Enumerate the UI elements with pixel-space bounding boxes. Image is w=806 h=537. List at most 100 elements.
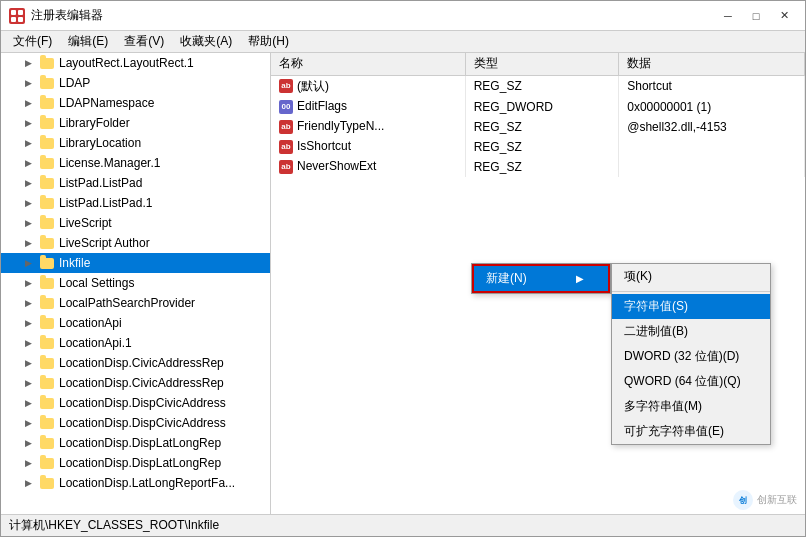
- tree-arrow-icon: ▶: [25, 338, 39, 348]
- tree-item-label: LocationApi: [59, 316, 122, 330]
- cell-type: REG_SZ: [465, 157, 619, 177]
- submenu-item[interactable]: 字符串值(S): [612, 294, 770, 319]
- title-bar: 注册表编辑器 ─ □ ✕: [1, 1, 805, 31]
- cell-data: @shell32.dll,-4153: [619, 117, 805, 137]
- tree-arrow-icon: ▶: [25, 458, 39, 468]
- folder-icon: [39, 135, 55, 151]
- cell-data: Shortcut: [619, 75, 805, 97]
- minimize-button[interactable]: ─: [715, 6, 741, 26]
- tree-item[interactable]: ▶ LibraryFolder: [1, 113, 270, 133]
- folder-icon: [39, 295, 55, 311]
- folder-icon: [39, 375, 55, 391]
- registry-tree[interactable]: ▶LayoutRect.LayoutRect.1▶LDAP▶LDAPNamesp…: [1, 53, 271, 514]
- submenu-item[interactable]: 项(K): [612, 264, 770, 289]
- tree-arrow-icon: ▶: [25, 198, 39, 208]
- table-row[interactable]: abNeverShowExtREG_SZ: [271, 157, 805, 177]
- menu-item-文件F[interactable]: 文件(F): [5, 31, 60, 52]
- watermark-logo: 创: [733, 490, 753, 510]
- tree-item[interactable]: ▶LocationDisp.DispCivicAddress: [1, 393, 270, 413]
- tree-item[interactable]: ▶LiveScript: [1, 213, 270, 233]
- tree-item[interactable]: ▶Local Settings: [1, 273, 270, 293]
- folder-icon: [39, 95, 55, 111]
- tree-item-label: Inkfile: [59, 256, 90, 270]
- submenu-item[interactable]: DWORD (32 位值)(D): [612, 344, 770, 369]
- submenu-separator: [612, 291, 770, 292]
- tree-item[interactable]: ▶LocationDisp.CivicAddressRep: [1, 373, 270, 393]
- tree-item[interactable]: ▶LayoutRect.LayoutRect.1: [1, 53, 270, 73]
- status-bar: 计算机\HKEY_CLASSES_ROOT\Inkfile: [1, 514, 805, 536]
- tree-arrow-icon: ▶: [25, 118, 39, 128]
- folder-icon: [39, 315, 55, 331]
- cell-type: REG_DWORD: [465, 97, 619, 117]
- reg-type-icon: 00: [279, 100, 293, 114]
- menu-item-帮助H[interactable]: 帮助(H): [240, 31, 297, 52]
- tree-item[interactable]: ▶LocationDisp.CivicAddressRep: [1, 353, 270, 373]
- svg-rect-2: [11, 17, 16, 22]
- context-menu-container: 新建(N) ▶ 项(K)字符串值(S)二进制值(B)DWORD (32 位值)(…: [471, 263, 611, 294]
- registry-values: 名称 类型 数据 ab(默认)REG_SZShortcut00EditFlags…: [271, 53, 805, 514]
- table-row[interactable]: ab(默认)REG_SZShortcut: [271, 75, 805, 97]
- tree-item[interactable]: ▶LDAP: [1, 73, 270, 93]
- col-name[interactable]: 名称: [271, 53, 465, 75]
- tree-item[interactable]: ▶ LocationDisp.DispLatLongRep: [1, 453, 270, 473]
- folder-icon: [39, 155, 55, 171]
- table-row[interactable]: abIsShortcutREG_SZ: [271, 137, 805, 157]
- tree-item-label: LocationApi.1: [59, 336, 132, 350]
- tree-item[interactable]: ▶LDAPNamespace: [1, 93, 270, 113]
- close-button[interactable]: ✕: [771, 6, 797, 26]
- folder-icon: [39, 55, 55, 71]
- tree-item[interactable]: ▶LocationApi: [1, 313, 270, 333]
- cell-data: [619, 157, 805, 177]
- menu-item-收藏夹A[interactable]: 收藏夹(A): [172, 31, 240, 52]
- menu-item-查看V[interactable]: 查看(V): [116, 31, 172, 52]
- tree-arrow-icon: ▶: [25, 478, 39, 488]
- tree-arrow-icon: ▶: [25, 278, 39, 288]
- tree-item[interactable]: ▶LocalPathSearchProvider: [1, 293, 270, 313]
- tree-item[interactable]: ▶LibraryLocation: [1, 133, 270, 153]
- reg-type-icon: ab: [279, 79, 293, 93]
- folder-icon: [39, 195, 55, 211]
- tree-item-label: ListPad.ListPad.1: [59, 196, 152, 210]
- tree-item[interactable]: ▶LocationDisp.DispLatLongRep: [1, 433, 270, 453]
- tree-item[interactable]: ▶ListPad.ListPad: [1, 173, 270, 193]
- tree-item[interactable]: ▶Inkfile: [1, 253, 270, 273]
- window-controls: ─ □ ✕: [715, 6, 797, 26]
- tree-arrow-icon: ▶: [25, 438, 39, 448]
- col-data[interactable]: 数据: [619, 53, 805, 75]
- tree-arrow-icon: ▶: [25, 98, 39, 108]
- cell-type: REG_SZ: [465, 75, 619, 97]
- tree-item[interactable]: ▶LocationDisp.DispCivicAddress: [1, 413, 270, 433]
- main-window: 注册表编辑器 ─ □ ✕ 文件(F)编辑(E)查看(V)收藏夹(A)帮助(H) …: [0, 0, 806, 537]
- cell-data: 0x00000001 (1): [619, 97, 805, 117]
- tree-item-label: ListPad.ListPad: [59, 176, 142, 190]
- tree-item[interactable]: ▶ ListPad.ListPad.1: [1, 193, 270, 213]
- col-type[interactable]: 类型: [465, 53, 619, 75]
- folder-icon: [39, 175, 55, 191]
- tree-item-label: LibraryFolder: [59, 116, 130, 130]
- folder-icon: [39, 395, 55, 411]
- tree-item[interactable]: ▶LiveScript Author: [1, 233, 270, 253]
- table-row[interactable]: 00EditFlagsREG_DWORD0x00000001 (1): [271, 97, 805, 117]
- folder-icon: [39, 335, 55, 351]
- maximize-button[interactable]: □: [743, 6, 769, 26]
- tree-item-label: LDAP: [59, 76, 90, 90]
- cell-data: [619, 137, 805, 157]
- tree-item[interactable]: ▶LocationDisp.LatLongReportFa...: [1, 473, 270, 493]
- submenu-item[interactable]: QWORD (64 位值)(Q): [612, 369, 770, 394]
- context-menu-new[interactable]: 新建(N) ▶: [472, 264, 610, 293]
- values-table: 名称 类型 数据 ab(默认)REG_SZShortcut00EditFlags…: [271, 53, 805, 177]
- tree-item-label: LocationDisp.DispLatLongRep: [59, 456, 221, 470]
- table-row[interactable]: abFriendlyTypeN...REG_SZ@shell32.dll,-41…: [271, 117, 805, 137]
- tree-item[interactable]: ▶ LocationApi.1: [1, 333, 270, 353]
- tree-item[interactable]: ▶License.Manager.1: [1, 153, 270, 173]
- menu-item-编辑E[interactable]: 编辑(E): [60, 31, 116, 52]
- cell-type: REG_SZ: [465, 137, 619, 157]
- submenu-item[interactable]: 二进制值(B): [612, 319, 770, 344]
- submenu-item[interactable]: 多字符串值(M): [612, 394, 770, 419]
- submenu-item[interactable]: 可扩充字符串值(E): [612, 419, 770, 444]
- tree-arrow-icon: ▶: [25, 158, 39, 168]
- tree-arrow-icon: ▶: [25, 418, 39, 428]
- menu-bar: 文件(F)编辑(E)查看(V)收藏夹(A)帮助(H): [1, 31, 805, 53]
- folder-icon: [39, 435, 55, 451]
- folder-icon: [39, 415, 55, 431]
